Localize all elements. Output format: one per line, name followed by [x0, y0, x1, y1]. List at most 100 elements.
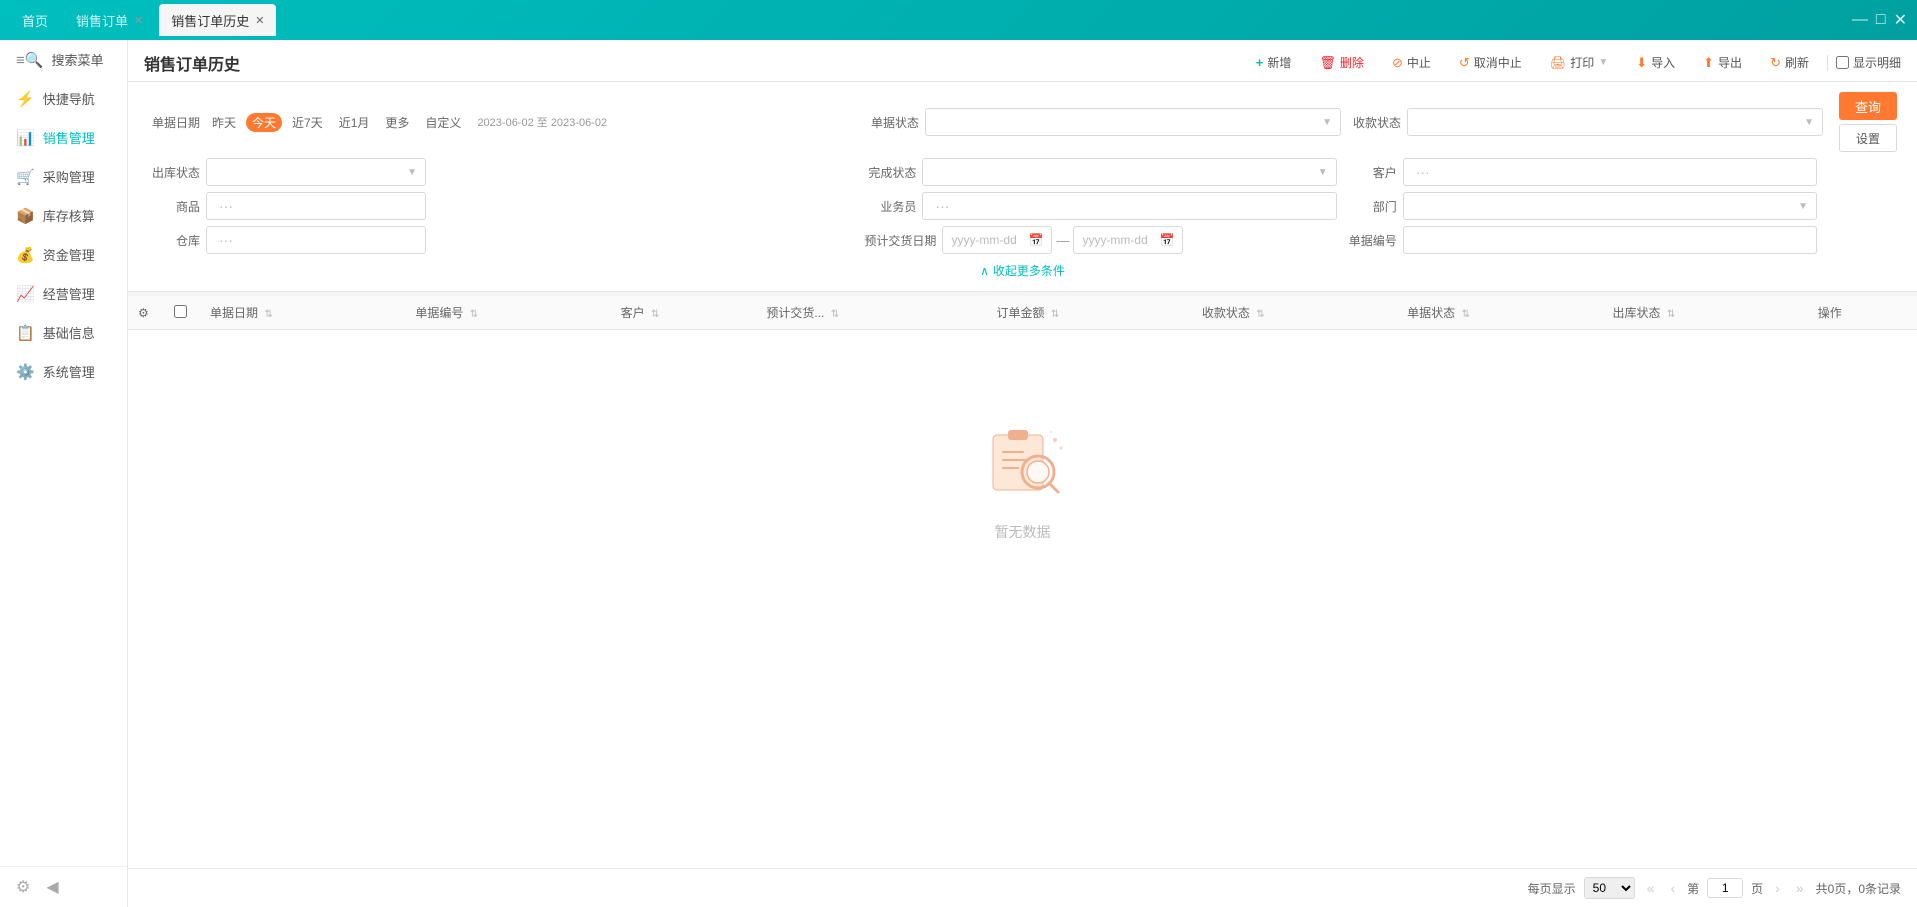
- empty-text: 暂无数据: [995, 522, 1051, 542]
- inventory-calc-icon: 📦: [16, 207, 35, 225]
- next-page-button[interactable]: ›: [1771, 878, 1784, 898]
- collapse-up-icon: ∧: [980, 264, 989, 278]
- expected-date-from-field[interactable]: yyyy-mm-dd 📅: [942, 226, 1052, 254]
- complete-status-field[interactable]: ▼: [922, 158, 1336, 186]
- gear-icon: ⚙: [138, 306, 149, 320]
- prev-page-button[interactable]: ‹: [1666, 878, 1679, 898]
- tab-sales-order-close[interactable]: ✕: [134, 14, 143, 27]
- last-page-button[interactable]: »: [1792, 878, 1808, 898]
- expected-date-group: yyyy-mm-dd 📅 — yyyy-mm-dd 📅: [942, 226, 1183, 254]
- date-more-btn[interactable]: 更多: [379, 113, 415, 132]
- sort-order-amount-icon: ⇅: [1051, 309, 1059, 320]
- minimize-icon[interactable]: —: [1852, 11, 1868, 29]
- bill-no-cell: 单据编号: [1341, 226, 1821, 254]
- sidebar-item-sales-mgmt[interactable]: 📊 销售管理: [0, 118, 127, 157]
- th-bill-status[interactable]: 单据状态 ⇅: [1397, 296, 1602, 330]
- th-receipt-status[interactable]: 收款状态 ⇅: [1192, 296, 1397, 330]
- warehouse-label: 仓库: [148, 232, 200, 249]
- delete-button[interactable]: 🗑 删除: [1309, 50, 1374, 75]
- page-label: 第: [1687, 880, 1699, 897]
- select-all-checkbox[interactable]: [174, 305, 187, 318]
- th-bill-date[interactable]: 单据日期 ⇅: [200, 296, 405, 330]
- date-yesterday-btn[interactable]: 昨天: [206, 113, 242, 132]
- search-menu-icon: ≡🔍: [16, 51, 43, 69]
- empty-state-cell: 暂无数据: [128, 330, 1917, 623]
- goods-label: 商品: [148, 198, 200, 215]
- display-detail-label: 显示明细: [1853, 54, 1901, 71]
- page-size-select[interactable]: 50 10 20 100: [1584, 877, 1635, 899]
- sidebar-item-inventory-calc[interactable]: 📦 库存核算: [0, 196, 127, 235]
- display-detail-input[interactable]: [1836, 56, 1849, 69]
- sidebar-item-system-mgmt[interactable]: ⚙️ 系统管理: [0, 352, 127, 391]
- warehouse-field[interactable]: ···: [206, 226, 426, 254]
- settings-button[interactable]: 设置: [1839, 124, 1897, 152]
- bill-status-field[interactable]: ▼: [925, 108, 1341, 136]
- th-bill-no-label: 单据编号: [415, 306, 463, 320]
- receipt-status-field[interactable]: ▼: [1407, 108, 1823, 136]
- tab-sales-order-history-close[interactable]: ✕: [255, 14, 264, 27]
- tab-home[interactable]: 首页: [10, 4, 60, 36]
- operations-mgmt-icon: 📈: [16, 285, 35, 303]
- th-expected-date-label: 预计交货...: [766, 306, 824, 320]
- print-icon: 🖨: [1550, 55, 1567, 71]
- display-detail-checkbox[interactable]: 显示明细: [1836, 54, 1901, 71]
- export-button[interactable]: ⬆ 导出: [1693, 50, 1752, 75]
- bill-no-field[interactable]: [1403, 226, 1817, 254]
- th-customer[interactable]: 客户 ⇅: [611, 296, 757, 330]
- th-order-amount[interactable]: 订单金额 ⇅: [987, 296, 1192, 330]
- th-bill-status-label: 单据状态: [1407, 306, 1455, 320]
- sidebar-item-finance-mgmt[interactable]: 💰 资金管理: [0, 235, 127, 274]
- date-quick-group: 昨天 今天 近7天 近1月 更多 自定义: [206, 113, 467, 132]
- receipt-status-label: 收款状态: [1349, 114, 1401, 131]
- sidebar-item-search-menu[interactable]: ≡🔍 搜索菜单: [0, 40, 127, 79]
- bill-status-label: 单据状态: [867, 114, 919, 131]
- sidebar-settings-icon[interactable]: ⚙: [16, 877, 30, 897]
- page-input[interactable]: [1707, 878, 1743, 898]
- expected-date-from-value: yyyy-mm-dd: [951, 233, 1016, 247]
- expected-date-to-field[interactable]: yyyy-mm-dd 📅: [1073, 226, 1183, 254]
- out-stock-cell: 出库状态 ▼: [144, 158, 860, 186]
- th-check[interactable]: [164, 296, 200, 330]
- th-operation: 操作: [1808, 296, 1917, 330]
- sidebar-item-quick-nav[interactable]: ⚡ 快捷导航: [0, 79, 127, 118]
- stop-button[interactable]: ⊘ 中止: [1382, 50, 1441, 75]
- first-page-button[interactable]: «: [1643, 878, 1659, 898]
- finance-mgmt-icon: 💰: [16, 246, 35, 264]
- date-custom-btn[interactable]: 自定义: [419, 113, 467, 132]
- table-body: 暂无数据: [128, 330, 1917, 623]
- sidebar-item-basic-info[interactable]: 📋 基础信息: [0, 313, 127, 352]
- th-gear[interactable]: ⚙: [128, 296, 164, 330]
- expected-date-label: 预计交货日期: [864, 232, 936, 249]
- customer-field[interactable]: ···: [1403, 158, 1817, 186]
- goods-dots: ···: [219, 198, 233, 214]
- tab-sales-order[interactable]: 销售订单 ✕: [64, 4, 155, 36]
- date-7days-btn[interactable]: 近7天: [286, 113, 329, 132]
- date-today-btn[interactable]: 今天: [246, 113, 282, 132]
- tab-sales-order-history[interactable]: 销售订单历史 ✕: [159, 4, 276, 36]
- goods-field[interactable]: ···: [206, 192, 426, 220]
- page-header: 销售订单历史 + 新增 🗑 删除 ⊘ 中止 ↺ 取消中止: [128, 40, 1917, 82]
- th-expected-date[interactable]: 预计交货... ⇅: [756, 296, 986, 330]
- new-button[interactable]: + 新增: [1246, 50, 1302, 75]
- window-close-icon[interactable]: ✕: [1894, 10, 1907, 30]
- sidebar-collapse-icon[interactable]: ◀: [46, 877, 58, 897]
- maximize-icon[interactable]: □: [1876, 11, 1886, 29]
- cancel-stop-button[interactable]: ↺ 取消中止: [1449, 50, 1532, 75]
- import-button[interactable]: ⬇ 导入: [1626, 50, 1685, 75]
- sidebar-item-operations-mgmt[interactable]: 📈 经营管理: [0, 274, 127, 313]
- sidebar-item-operations-mgmt-label: 经营管理: [43, 284, 95, 303]
- sidebar-item-purchase-mgmt[interactable]: 🛒 采购管理: [0, 157, 127, 196]
- print-button[interactable]: 🖨 打印 ▼: [1540, 50, 1618, 75]
- customer-label: 客户: [1345, 164, 1397, 181]
- th-bill-no[interactable]: 单据编号 ⇅: [405, 296, 610, 330]
- salesman-field[interactable]: ···: [922, 192, 1336, 220]
- cancel-stop-label: 取消中止: [1474, 54, 1522, 71]
- dept-field[interactable]: ▼: [1403, 192, 1817, 220]
- collapse-row[interactable]: ∧ 收起更多条件: [144, 260, 1901, 281]
- refresh-button[interactable]: ↻ 刷新: [1760, 50, 1819, 75]
- search-button[interactable]: 查询: [1839, 92, 1897, 120]
- out-stock-field[interactable]: ▼: [206, 158, 426, 186]
- search-area: 单据日期 昨天 今天 近7天 近1月 更多 自定义 2023-06-02 至 2…: [128, 82, 1917, 292]
- date-1month-btn[interactable]: 近1月: [333, 113, 376, 132]
- th-out-stock-status[interactable]: 出库状态 ⇅: [1602, 296, 1807, 330]
